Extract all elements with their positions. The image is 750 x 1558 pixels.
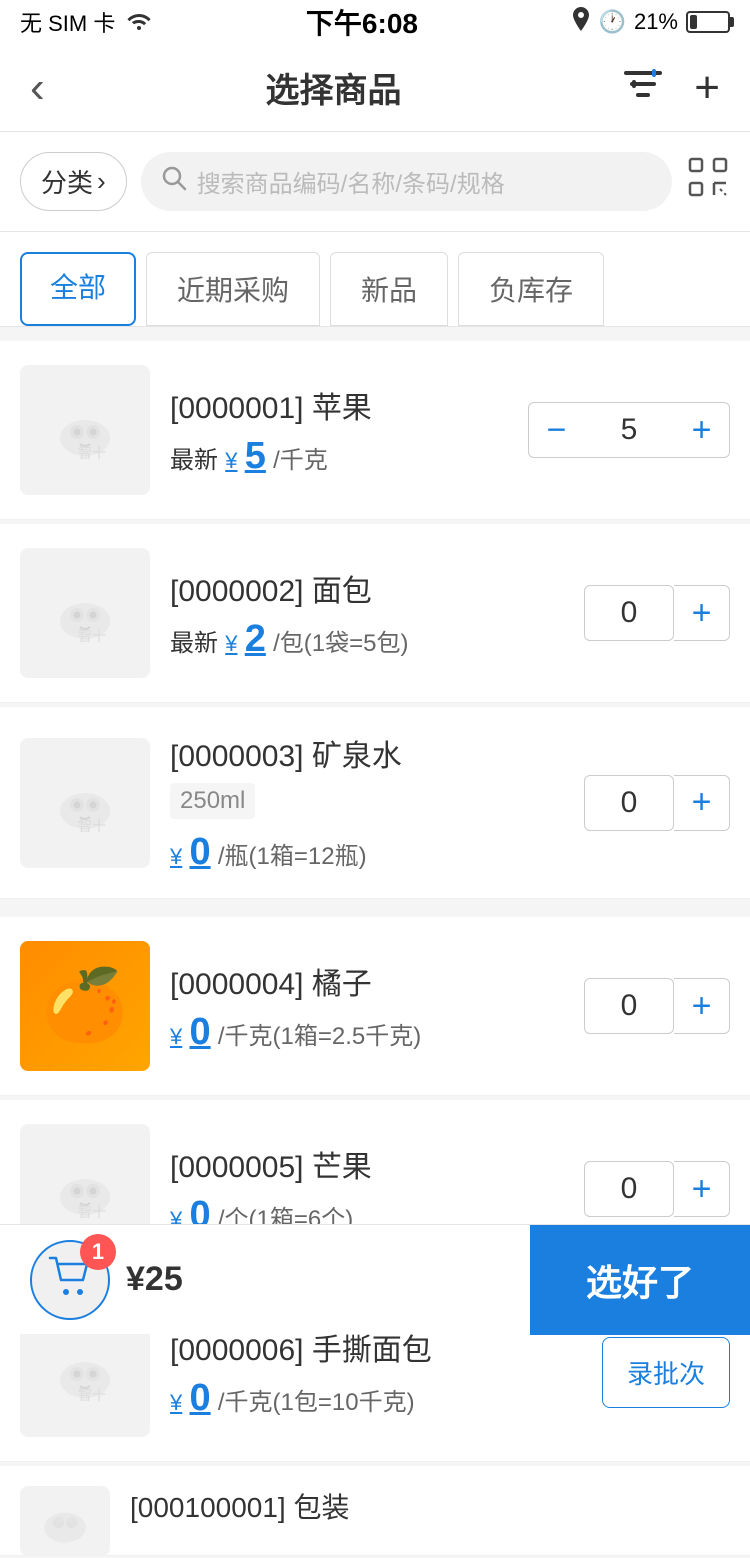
chevron-right-icon: › (97, 166, 106, 197)
product-details: [0000006] 手撕面包 ¥ 0 /千克(1包=10千克) (170, 1325, 602, 1420)
quantity-control: + (584, 978, 730, 1034)
product-name: [0000003] 矿泉水 (170, 731, 574, 775)
status-bar: 无 SIM 卡 下午6:08 🕐 21% (0, 0, 750, 44)
status-time: 下午6:08 (306, 2, 418, 42)
add-icon[interactable]: + (694, 63, 720, 113)
wifi-icon (125, 8, 153, 36)
product-name: [0000002] 面包 (170, 566, 574, 610)
page-title: 选择商品 (265, 63, 401, 112)
status-right: 🕐 21% (571, 7, 730, 37)
increment-button[interactable]: + (674, 585, 730, 641)
battery-icon (686, 11, 730, 33)
product-details: [0000001] 苹果 最新 ¥ 5 /千克 (170, 383, 518, 478)
product-name: [0000001] 苹果 (170, 383, 518, 427)
cart-bar: 1 ¥25 选好了 (0, 1224, 750, 1334)
cart-section: 1 ¥25 (0, 1240, 530, 1320)
product-price: ¥ 0 /千克(1包=10千克) (170, 1377, 602, 1420)
product-price: ¥ 0 /千克(1箱=2.5千克) (170, 1011, 574, 1054)
filter-icon[interactable] (622, 65, 664, 110)
location-icon (571, 7, 591, 37)
batch-button[interactable]: 录批次 (602, 1337, 730, 1408)
product-item: 🍊 [0000004] 橘子 ¥ 0 /千克(1箱=2.5千克) + (0, 917, 750, 1096)
increment-button[interactable]: + (674, 402, 730, 458)
carrier-label: 无 SIM 卡 (20, 6, 115, 38)
tab-all[interactable]: 全部 (20, 252, 136, 326)
product-details: [0000003] 矿泉水 250ml ¥ 0 /瓶(1箱=12瓶) (170, 731, 574, 874)
svg-text:智十: 智十 (78, 1204, 106, 1219)
products-list: 智十 [0000001] 苹果 最新 ¥ 5 /千克 − + (0, 341, 750, 1556)
quantity-control: − + (528, 402, 730, 458)
product-item: 智十 [0000002] 面包 最新 ¥ 2 /包(1袋=5包) + (0, 524, 750, 703)
svg-text:智十: 智十 (78, 445, 106, 460)
nav-bar: ‹ 选择商品 + (0, 44, 750, 132)
tab-recent[interactable]: 近期采购 (146, 252, 320, 326)
search-box[interactable]: 搜索商品编码/名称/条码/规格 (141, 152, 672, 211)
product-image: 智十 (20, 548, 150, 678)
search-placeholder: 搜索商品编码/名称/条码/规格 (197, 164, 505, 199)
filter-bar: 分类 › 搜索商品编码/名称/条码/规格 (0, 132, 750, 232)
tab-negative[interactable]: 负库存 (458, 252, 604, 326)
increment-button[interactable]: + (674, 1161, 730, 1217)
product-price: ¥ 0 /瓶(1箱=12瓶) (170, 831, 574, 874)
product-name: [0000005] 芒果 (170, 1142, 574, 1186)
product-details: [0000004] 橘子 ¥ 0 /千克(1箱=2.5千克) (170, 959, 574, 1054)
product-spec: 250ml (170, 783, 255, 819)
tabs-bar: 全部 近期采购 新品 负库存 (0, 232, 750, 327)
svg-text:智十: 智十 (78, 628, 106, 643)
quantity-input[interactable] (584, 1161, 674, 1217)
product-name: [000100001] 包装 (130, 1486, 730, 1526)
product-price: 最新 ¥ 2 /包(1袋=5包) (170, 618, 574, 661)
product-image: 🍊 (20, 941, 150, 1071)
alarm-icon: 🕐 (599, 9, 626, 35)
product-details: [0000005] 芒果 ¥ 0 /个(1箱=6个) (170, 1142, 574, 1237)
category-label: 分类 (41, 163, 93, 200)
quantity-input[interactable] (584, 402, 674, 458)
search-icon (161, 165, 187, 198)
status-left: 无 SIM 卡 (20, 6, 153, 38)
product-details: [0000002] 面包 最新 ¥ 2 /包(1袋=5包) (170, 566, 574, 661)
quantity-input[interactable] (584, 775, 674, 831)
battery-percent: 21% (634, 9, 678, 35)
nav-actions: + (622, 63, 720, 113)
product-image: 智十 (20, 738, 150, 868)
cart-icon[interactable]: 1 (30, 1240, 110, 1320)
quantity-input[interactable] (584, 978, 674, 1034)
svg-text:智十: 智十 (78, 1387, 106, 1402)
product-details: [000100001] 包装 (130, 1486, 730, 1534)
product-image (20, 1486, 110, 1556)
product-item: 智十 [0000001] 苹果 最新 ¥ 5 /千克 − + (0, 341, 750, 520)
product-item: 智十 [0000003] 矿泉水 250ml ¥ 0 /瓶(1箱=12瓶) + (0, 707, 750, 899)
quantity-control: + (584, 585, 730, 641)
back-button[interactable]: ‹ (30, 63, 45, 113)
confirm-button[interactable]: 选好了 (530, 1225, 750, 1335)
decrement-button[interactable]: − (528, 402, 584, 458)
cart-total: ¥25 (126, 1260, 183, 1299)
category-button[interactable]: 分类 › (20, 152, 127, 211)
scan-icon[interactable] (686, 155, 730, 209)
svg-text:智十: 智十 (78, 818, 106, 833)
quantity-control: + (584, 775, 730, 831)
quantity-control: + (584, 1161, 730, 1217)
product-item-partial: [000100001] 包装 (0, 1466, 750, 1556)
product-image: 智十 (20, 365, 150, 495)
increment-button[interactable]: + (674, 775, 730, 831)
product-price: 最新 ¥ 5 /千克 (170, 435, 518, 478)
cart-badge: 1 (80, 1234, 116, 1270)
tab-new[interactable]: 新品 (330, 252, 448, 326)
increment-button[interactable]: + (674, 978, 730, 1034)
product-name: [0000004] 橘子 (170, 959, 574, 1003)
quantity-input[interactable] (584, 585, 674, 641)
